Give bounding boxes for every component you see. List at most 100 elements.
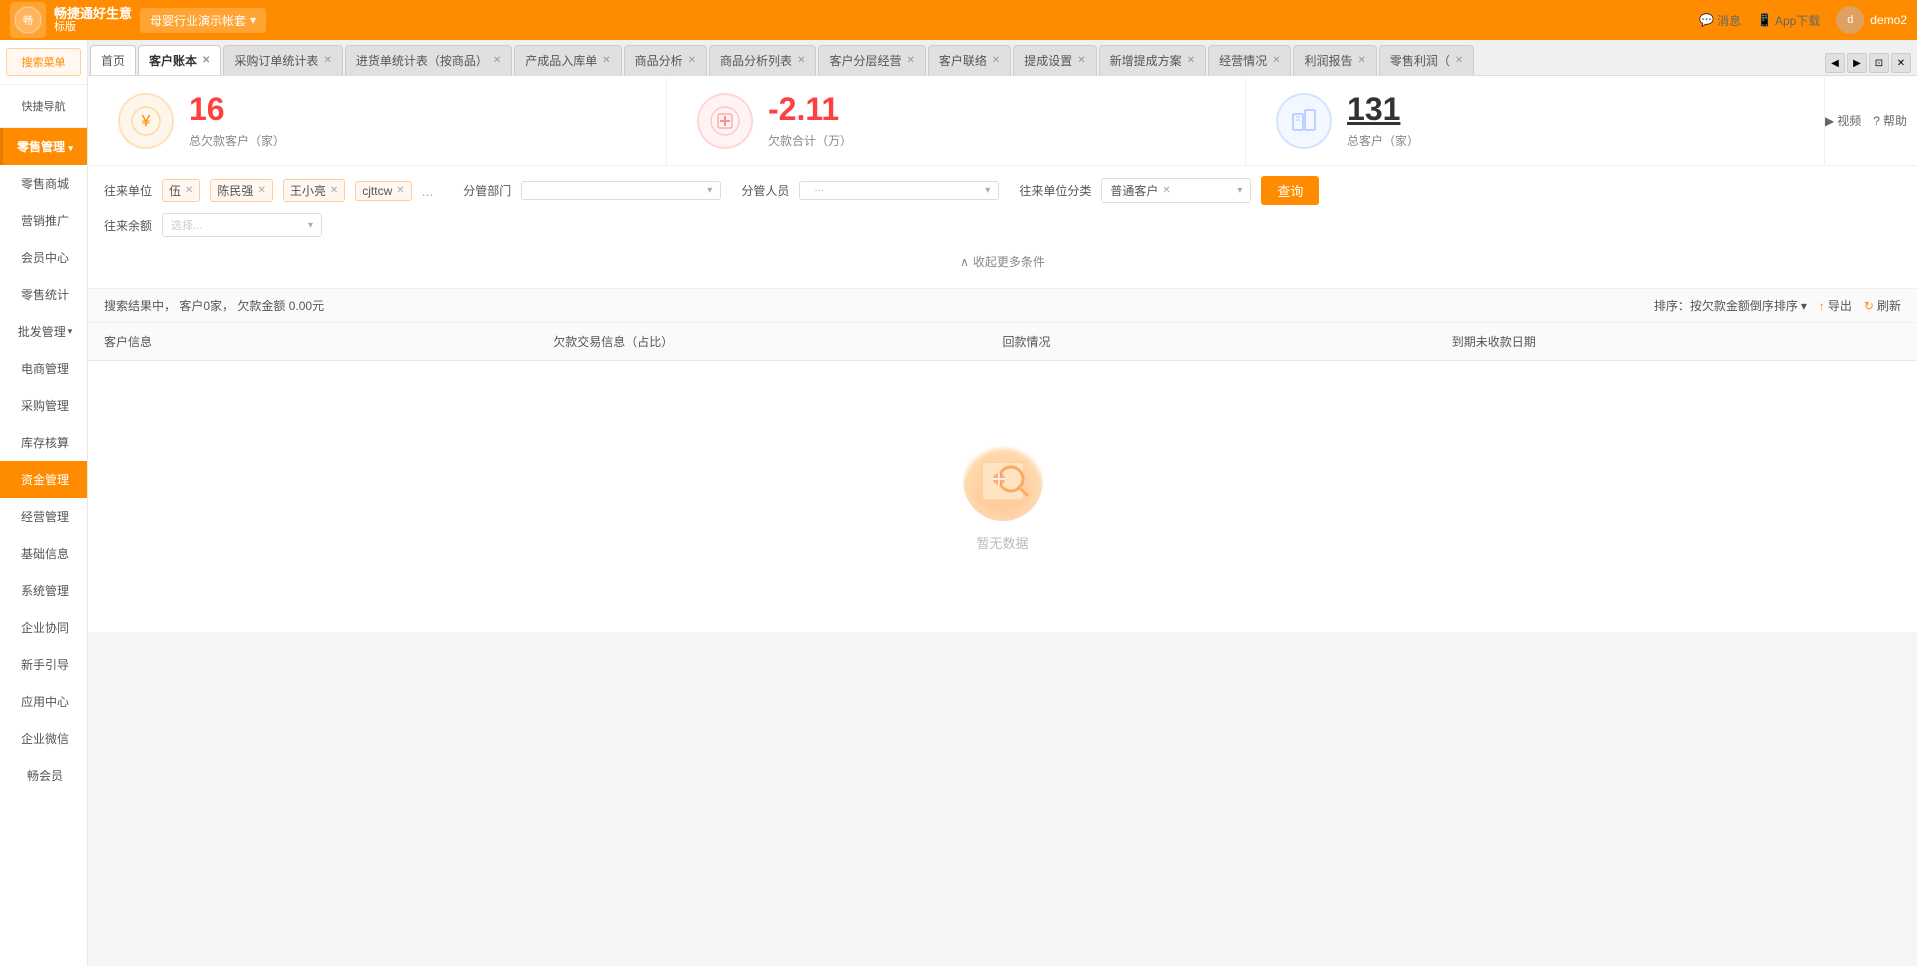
collapse-icon: ∧ (960, 255, 969, 269)
more-tags-btn[interactable]: ... (422, 183, 434, 199)
sidebar-item-wholesale[interactable]: 批发管理 ▾ (0, 313, 87, 350)
app-version: 标版 (54, 21, 132, 34)
sidebar-item-ecommerce[interactable]: 电商管理 (0, 350, 87, 387)
table-header: 客户信息 欠款交易信息（占比） 回款情况 到期未收款日期 (88, 323, 1917, 361)
tab-home[interactable]: 首页 (90, 45, 136, 75)
remove-category-tag[interactable]: ✕ (1162, 185, 1170, 196)
stat-block-customers: ¥ 16 总欠款客户（家） (88, 77, 667, 163)
sidebar-item-purchase[interactable]: 采购管理 (0, 387, 87, 424)
sidebar-item-retail-stats[interactable]: 零售统计 (0, 276, 87, 313)
tab-purchase-order-stats[interactable]: 采购订单统计表 ✕ (223, 45, 342, 75)
tab-new-promo[interactable]: 新增提成方案 ✕ (1099, 45, 1206, 75)
tab-customer-segment[interactable]: 客户分层经营 ✕ (818, 45, 925, 75)
tab-product-analysis[interactable]: 商品分析 ✕ (624, 45, 707, 75)
message-btn[interactable]: 💬 消息 (1699, 12, 1741, 29)
tab-close-segment[interactable]: ✕ (906, 55, 914, 66)
col-repay-status: 回款情况 (1003, 333, 1452, 350)
tab-profit-report[interactable]: 利润报告 ✕ (1293, 45, 1376, 75)
stat-info-total: 131 总客户（家） (1347, 92, 1419, 148)
user-info[interactable]: d demo2 (1836, 6, 1907, 34)
sidebar-item-wechat[interactable]: 企业微信 (0, 720, 87, 757)
tab-close-customer-accounts[interactable]: ✕ (202, 55, 210, 66)
help-icon: ? (1873, 114, 1880, 128)
export-button[interactable]: ↑ 导出 (1819, 297, 1852, 314)
balance-select-arrow: ▾ (308, 220, 313, 231)
tab-close-all-button[interactable]: ✕ (1891, 53, 1911, 73)
download-icon: 📱 (1757, 13, 1772, 27)
avatar: d (1836, 6, 1864, 34)
search-menu-button[interactable]: 搜索菜单 (6, 48, 81, 76)
sidebar-item-newbie[interactable]: 新手引导 (0, 646, 87, 683)
video-icon: ▶ (1825, 114, 1834, 128)
person-select[interactable]: ··· ▾ (799, 181, 999, 200)
tab-customer-connect[interactable]: 客户联络 ✕ (928, 45, 1011, 75)
filter-tag-wang[interactable]: 王小亮 ✕ (283, 179, 345, 202)
tab-customer-accounts[interactable]: 客户账本 ✕ (138, 45, 221, 75)
tab-product-inbound[interactable]: 产成品入库单 ✕ (514, 45, 621, 75)
tab-promo-settings[interactable]: 提成设置 ✕ (1013, 45, 1096, 75)
remove-tag-cjttcw[interactable]: ✕ (396, 185, 404, 196)
tab-business-status[interactable]: 经营情况 ✕ (1208, 45, 1291, 75)
refresh-button[interactable]: ↻ 刷新 (1864, 297, 1901, 314)
filter-area: 往来单位 伍 ✕ 陈民强 ✕ 王小亮 ✕ (88, 166, 1917, 289)
remove-tag-wang[interactable]: ✕ (330, 185, 338, 196)
tab-product-analysis-list[interactable]: 商品分析列表 ✕ (709, 45, 816, 75)
filter-tag-cjttcw[interactable]: cjttcw ✕ (355, 181, 411, 201)
collapse-button[interactable]: ∧ 收起更多条件 (960, 249, 1045, 274)
remove-tag-wu[interactable]: ✕ (185, 185, 193, 196)
tab-close-retail-profit[interactable]: ✕ (1455, 55, 1463, 66)
tab-next-button[interactable]: ▶ (1847, 53, 1867, 73)
query-button[interactable]: 查询 (1261, 176, 1319, 205)
tab-close-inbound[interactable]: ✕ (493, 55, 501, 66)
person-filter-label: 分管人员 (741, 182, 789, 199)
filter-row-2: 往来余额 选择... ▾ (104, 213, 1901, 237)
sidebar-item-operations[interactable]: 经营管理 (0, 498, 87, 535)
tab-inbound-stats[interactable]: 进货单统计表（按商品） ✕ (345, 45, 512, 75)
tab-close-promo[interactable]: ✕ (1077, 55, 1085, 66)
sidebar-item-retail-mall[interactable]: 零售商城 (0, 165, 87, 202)
sidebar-item-apps[interactable]: 应用中心 (0, 683, 87, 720)
remove-tag-chen[interactable]: ✕ (257, 185, 265, 196)
account-dropdown[interactable]: 母婴行业演示帐套 ▾ (140, 8, 266, 33)
sidebar-item-inventory[interactable]: 库存核算 (0, 424, 87, 461)
sidebar-item-enterprise[interactable]: 企业协同 (0, 609, 87, 646)
sidebar-item-system[interactable]: 系统管理 (0, 572, 87, 609)
top-bar-left: 畅 畅捷通好生意 标版 母婴行业演示帐套 ▾ (10, 2, 266, 38)
doc-help-btn[interactable]: ? 帮助 (1873, 112, 1907, 129)
tab-retail-profit[interactable]: 零售利润（ ✕ (1379, 45, 1474, 75)
sidebar-item-finance[interactable]: 资金管理 (0, 461, 87, 498)
total-debt-amount-label: 欠款合计（万） (768, 132, 852, 149)
col-debt-info: 欠款交易信息（占比） (553, 333, 1002, 350)
total-customers-icon (1276, 93, 1332, 149)
filter-tag-wu[interactable]: 伍 ✕ (162, 179, 200, 202)
svg-text:畅: 畅 (23, 14, 33, 27)
category-filter-label: 往来单位分类 (1019, 182, 1091, 199)
sidebar-item-retail-mgmt[interactable]: 零售管理 ▾ (0, 128, 87, 165)
tab-close-profit[interactable]: ✕ (1358, 55, 1366, 66)
tab-close-analysis[interactable]: ✕ (688, 55, 696, 66)
tab-close-product-inbound[interactable]: ✕ (602, 55, 610, 66)
sidebar-item-member[interactable]: 会员中心 (0, 239, 87, 276)
tab-close-connect[interactable]: ✕ (992, 55, 1000, 66)
sort-button[interactable]: 排序：按欠款金额倒序排序 ▾ (1654, 297, 1807, 314)
quick-nav-button[interactable]: 快捷导航 (6, 93, 81, 119)
tab-close-new-promo[interactable]: ✕ (1187, 55, 1195, 66)
sidebar-search-area: 搜索菜单 (0, 40, 87, 85)
stat-block-debt: -2.11 欠款合计（万） (667, 77, 1246, 163)
tab-prev-button[interactable]: ◀ (1825, 53, 1845, 73)
tab-close-purchase[interactable]: ✕ (323, 55, 331, 66)
tab-restore-button[interactable]: ⊡ (1869, 53, 1889, 73)
category-tag-normal[interactable]: 普通客户 ✕ (1110, 182, 1170, 199)
tab-close-business[interactable]: ✕ (1272, 55, 1280, 66)
tab-close-analysis-list[interactable]: ✕ (797, 55, 805, 66)
filter-tag-chen[interactable]: 陈民强 ✕ (210, 179, 272, 202)
sidebar-item-basics[interactable]: 基础信息 (0, 535, 87, 572)
app-download-btn[interactable]: 📱 App下载 (1757, 12, 1820, 29)
balance-select[interactable]: 选择... ▾ (162, 213, 322, 237)
sort-label: 排序：按欠款金额倒序排序 (1654, 297, 1798, 314)
sidebar-item-marketing[interactable]: 营销推广 (0, 202, 87, 239)
category-select[interactable]: 普通客户 ✕ ▾ (1101, 178, 1251, 203)
video-help-btn[interactable]: ▶ 视频 (1825, 112, 1861, 129)
sidebar-item-vip[interactable]: 畅会员 (0, 757, 87, 794)
dept-select[interactable]: ▾ (521, 181, 721, 200)
